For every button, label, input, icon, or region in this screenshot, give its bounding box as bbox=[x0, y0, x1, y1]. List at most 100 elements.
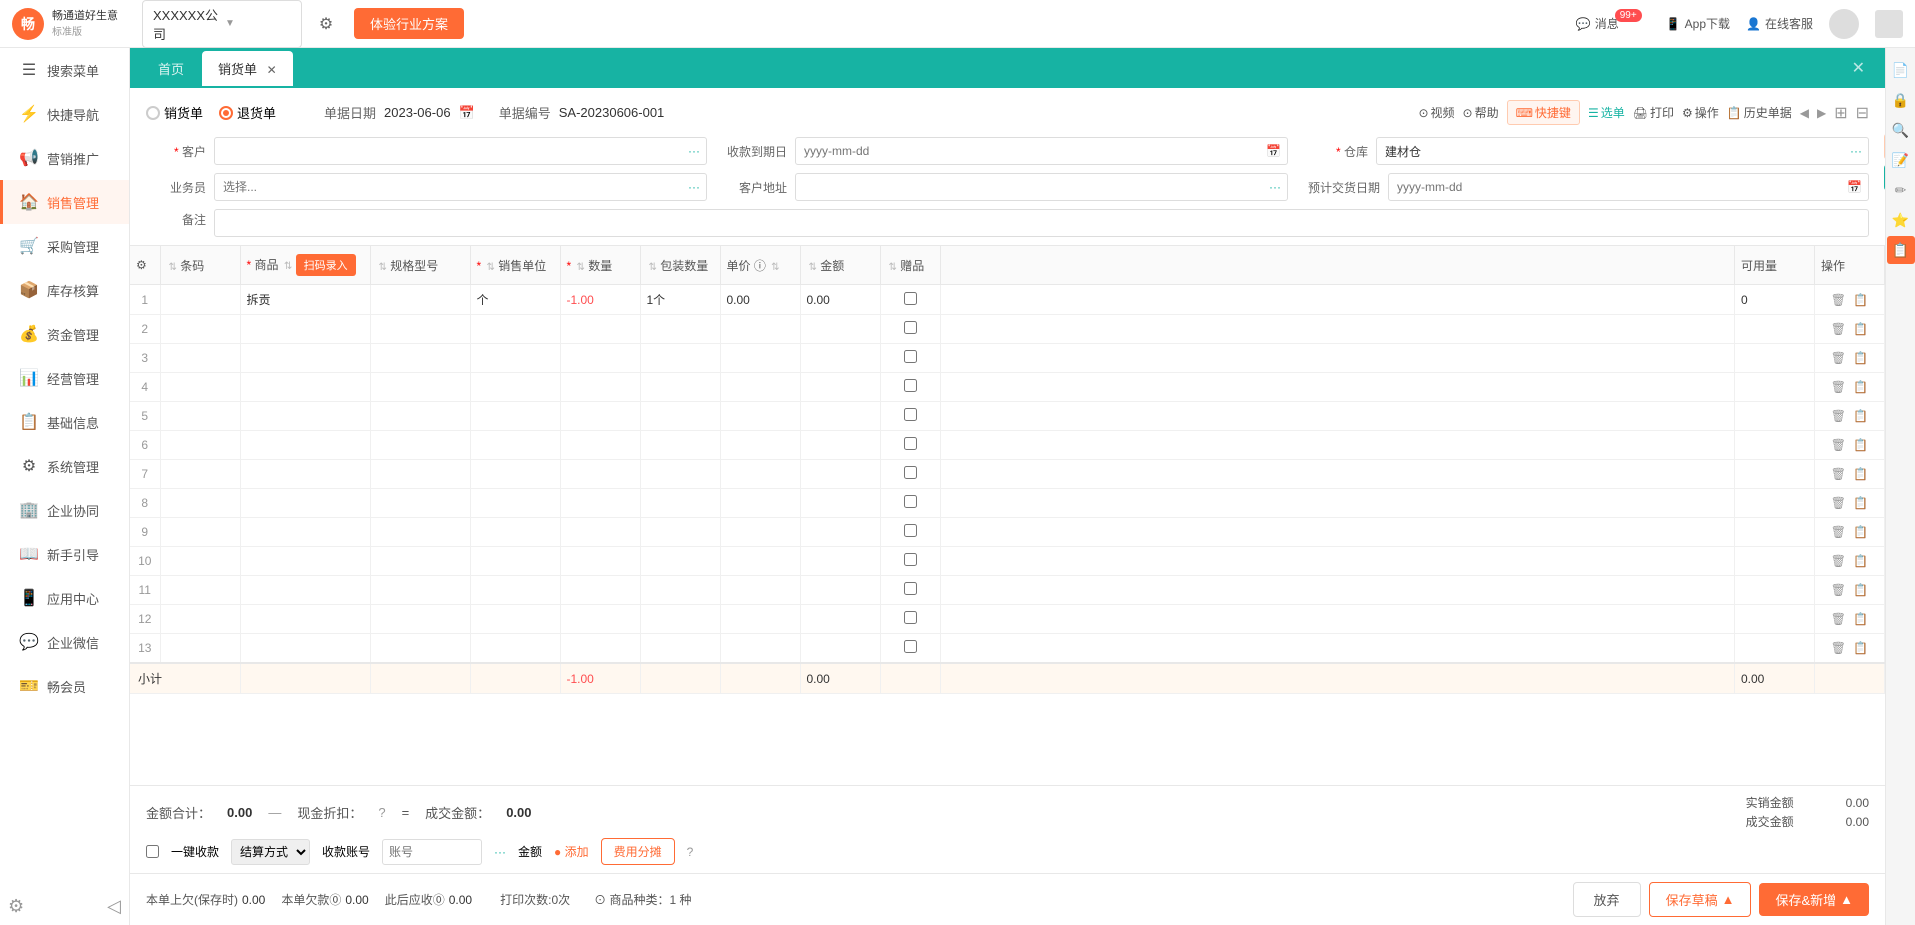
cell-amount[interactable] bbox=[800, 431, 880, 460]
cell-gift[interactable] bbox=[880, 431, 940, 460]
cell-amount[interactable] bbox=[800, 518, 880, 547]
copy-row-icon[interactable]: 📋 bbox=[1853, 641, 1868, 655]
close-all-tabs-icon[interactable]: ✕ bbox=[1844, 58, 1873, 78]
gift-checkbox[interactable] bbox=[904, 408, 917, 421]
sidebar-item-newbie[interactable]: 📖 新手引导 bbox=[0, 532, 129, 576]
cell-amount[interactable] bbox=[800, 634, 880, 664]
gift-checkbox[interactable] bbox=[904, 292, 917, 305]
logistics-button[interactable]: + 物流 bbox=[1884, 164, 1885, 191]
delete-row-icon[interactable]: 🗑 bbox=[1831, 380, 1846, 394]
cell-quantity[interactable] bbox=[560, 344, 640, 373]
scan-button[interactable]: 扫码录入 bbox=[296, 254, 356, 276]
cell-amount[interactable] bbox=[800, 489, 880, 518]
cell-quantity[interactable] bbox=[560, 373, 640, 402]
action-pick[interactable]: ☰ 选单 bbox=[1588, 104, 1625, 121]
cell-unit[interactable] bbox=[470, 431, 560, 460]
cell-gift[interactable] bbox=[880, 315, 940, 344]
cell-unit[interactable] bbox=[470, 489, 560, 518]
warehouse-input[interactable]: 建材仓 ··· bbox=[1376, 137, 1869, 165]
sidebar-item-quick-nav[interactable]: ⚡ 快捷导航 bbox=[0, 92, 129, 136]
cell-quantity[interactable] bbox=[560, 460, 640, 489]
delete-row-icon[interactable]: 🗑 bbox=[1831, 641, 1846, 655]
sidebar-item-sales[interactable]: 🏠 销售管理 bbox=[0, 180, 129, 224]
sidebar-item-basics[interactable]: 📋 基础信息 bbox=[0, 400, 129, 444]
cell-barcode[interactable] bbox=[160, 460, 240, 489]
cell-amount[interactable] bbox=[800, 402, 880, 431]
cell-product[interactable] bbox=[240, 576, 370, 605]
action-shortcut[interactable]: ⌨ 快捷键 bbox=[1507, 100, 1580, 125]
col-settings[interactable]: ⚙ bbox=[130, 246, 160, 285]
cell-quantity[interactable] bbox=[560, 576, 640, 605]
cell-price[interactable] bbox=[720, 605, 800, 634]
salesperson-text-input[interactable] bbox=[223, 180, 698, 194]
cell-spec[interactable] bbox=[370, 634, 470, 664]
cell-quantity[interactable] bbox=[560, 489, 640, 518]
radio-return[interactable]: 退货单 bbox=[219, 103, 276, 122]
action-video[interactable]: ⊙ 视频 bbox=[1418, 104, 1454, 121]
cell-barcode[interactable] bbox=[160, 489, 240, 518]
cell-spec[interactable] bbox=[370, 605, 470, 634]
gift-checkbox[interactable] bbox=[904, 582, 917, 595]
cell-price[interactable] bbox=[720, 373, 800, 402]
delete-row-icon[interactable]: 🗑 bbox=[1831, 438, 1846, 452]
cell-spec[interactable] bbox=[370, 489, 470, 518]
gift-checkbox[interactable] bbox=[904, 437, 917, 450]
cell-unit[interactable] bbox=[470, 547, 560, 576]
cell-pack-qty[interactable] bbox=[640, 576, 720, 605]
cell-barcode[interactable] bbox=[160, 431, 240, 460]
customer-dots-icon[interactable]: ··· bbox=[688, 144, 700, 158]
cell-quantity[interactable] bbox=[560, 315, 640, 344]
delete-row-icon[interactable]: 🗑 bbox=[1831, 525, 1846, 539]
copy-row-icon[interactable]: 📋 bbox=[1853, 554, 1868, 568]
address-dots-icon[interactable]: ··· bbox=[1269, 180, 1281, 194]
cell-spec[interactable] bbox=[370, 373, 470, 402]
cell-pack-qty[interactable] bbox=[640, 373, 720, 402]
cell-price[interactable] bbox=[720, 431, 800, 460]
cell-product[interactable] bbox=[240, 373, 370, 402]
radio-sales[interactable]: 销货单 bbox=[146, 103, 203, 122]
cell-product[interactable] bbox=[240, 605, 370, 634]
delete-row-icon[interactable]: 🗑 bbox=[1831, 467, 1846, 481]
copy-row-icon[interactable]: 📋 bbox=[1853, 322, 1868, 336]
cell-price[interactable]: 0.00 bbox=[720, 285, 800, 315]
tab-sales-order[interactable]: 销货单 ✕ bbox=[202, 51, 293, 86]
cell-amount[interactable] bbox=[800, 344, 880, 373]
dots-icon[interactable]: ··· bbox=[494, 845, 506, 859]
salesperson-input[interactable]: ··· bbox=[214, 173, 707, 201]
cell-unit[interactable] bbox=[470, 315, 560, 344]
cell-product[interactable]: 拆贡 bbox=[240, 285, 370, 315]
gift-checkbox[interactable] bbox=[904, 379, 917, 392]
cell-quantity[interactable] bbox=[560, 518, 640, 547]
cell-unit[interactable] bbox=[470, 373, 560, 402]
right-icon-7[interactable]: 📋 bbox=[1887, 236, 1915, 264]
delete-row-icon[interactable]: 🗑 bbox=[1831, 322, 1846, 336]
copy-row-icon[interactable]: 📋 bbox=[1853, 409, 1868, 423]
cell-pack-qty[interactable]: 1个 bbox=[640, 285, 720, 315]
account-input[interactable] bbox=[382, 839, 482, 865]
view-grid-icon[interactable]: ⊟ bbox=[1856, 103, 1869, 123]
gift-checkbox[interactable] bbox=[904, 553, 917, 566]
cell-spec[interactable] bbox=[370, 402, 470, 431]
cell-quantity[interactable] bbox=[560, 402, 640, 431]
cell-pack-qty[interactable] bbox=[640, 605, 720, 634]
right-icon-4[interactable]: 📝 bbox=[1887, 146, 1915, 174]
abandon-button[interactable]: 放弃 bbox=[1573, 882, 1641, 917]
cell-unit[interactable] bbox=[470, 460, 560, 489]
action-help[interactable]: ⊙ 帮助 bbox=[1463, 104, 1499, 121]
delete-row-icon[interactable]: 🗑 bbox=[1831, 351, 1846, 365]
copy-row-icon[interactable]: 📋 bbox=[1853, 380, 1868, 394]
customer-address-text-input[interactable] bbox=[804, 180, 1279, 194]
cell-barcode[interactable] bbox=[160, 634, 240, 664]
cell-unit[interactable] bbox=[470, 518, 560, 547]
sidebar-item-apps[interactable]: 📱 应用中心 bbox=[0, 576, 129, 620]
cell-pack-qty[interactable] bbox=[640, 547, 720, 576]
sidebar-item-wechat[interactable]: 💬 企业微信 bbox=[0, 620, 129, 664]
cell-pack-qty[interactable] bbox=[640, 634, 720, 664]
cell-quantity[interactable]: -1.00 bbox=[560, 285, 640, 315]
delete-row-icon[interactable]: 🗑 bbox=[1831, 612, 1846, 626]
delete-row-icon[interactable]: 🗑 bbox=[1831, 293, 1846, 307]
gift-checkbox[interactable] bbox=[904, 611, 917, 624]
cell-unit[interactable] bbox=[470, 344, 560, 373]
cell-amount[interactable]: 0.00 bbox=[800, 285, 880, 315]
cell-pack-qty[interactable] bbox=[640, 460, 720, 489]
